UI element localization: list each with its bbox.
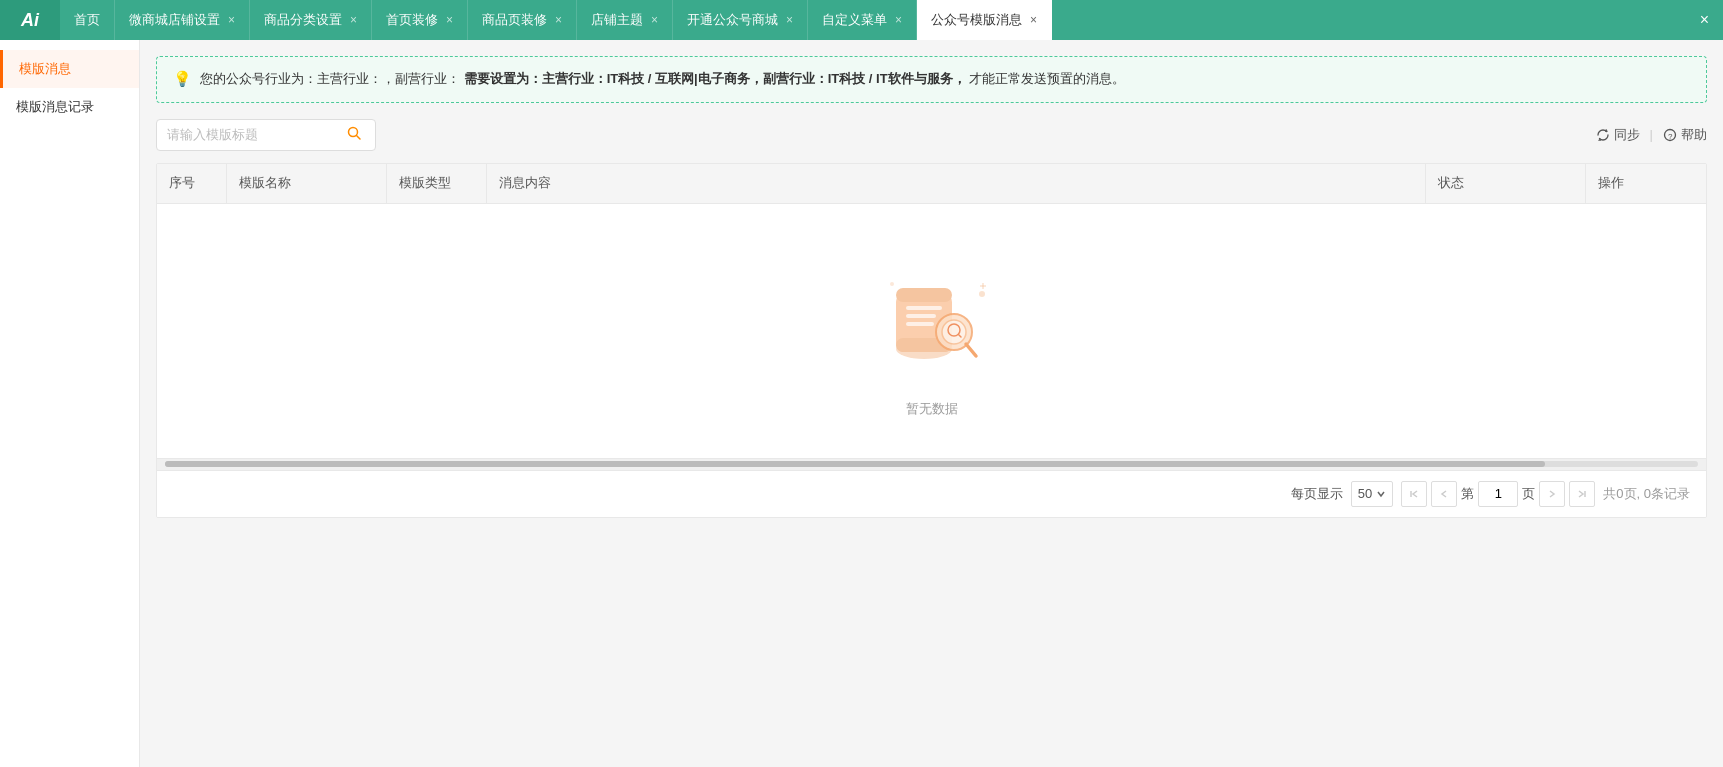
tab-bar-close-all[interactable]: × xyxy=(1686,0,1723,40)
tab-custom-menu-label: 自定义菜单 xyxy=(822,11,887,29)
first-page-button[interactable] xyxy=(1401,481,1427,507)
page-label-before: 第 xyxy=(1461,485,1474,503)
notice-text-prefix: 您的公众号行业为：主营行业：，副营行业： xyxy=(200,71,460,86)
th-index: 序号 xyxy=(157,164,227,203)
sidebar-item-template-record[interactable]: 模版消息记录 xyxy=(0,88,139,126)
search-input[interactable] xyxy=(167,127,347,142)
toolbar-divider: | xyxy=(1650,127,1653,142)
tab-store-theme-label: 店铺主题 xyxy=(591,11,643,29)
th-action: 操作 xyxy=(1586,164,1706,203)
search-icon xyxy=(347,126,361,140)
tab-custom-menu[interactable]: 自定义菜单 × xyxy=(808,0,917,40)
scrollbar-track xyxy=(165,461,1698,467)
tab-home-decor-label: 首页装修 xyxy=(386,11,438,29)
tab-micro-store[interactable]: 微商城店铺设置 × xyxy=(115,0,250,40)
th-content: 消息内容 xyxy=(487,164,1426,203)
svg-point-16 xyxy=(979,291,985,297)
tab-open-mall-close[interactable]: × xyxy=(786,14,793,26)
search-input-wrap xyxy=(156,119,376,151)
chevron-down-icon xyxy=(1376,489,1386,499)
tab-micro-store-close[interactable]: × xyxy=(228,14,235,26)
page-size-value: 50 xyxy=(1358,486,1372,501)
sidebar-item-template-record-label: 模版消息记录 xyxy=(16,99,94,114)
total-info: 共0页, 0条记录 xyxy=(1603,485,1690,503)
empty-illustration xyxy=(872,264,992,384)
content-area: 💡 您的公众号行业为：主营行业：，副营行业： 需要设置为：主营行业：IT科技 /… xyxy=(140,40,1723,767)
svg-rect-9 xyxy=(906,314,936,318)
help-button[interactable]: ? 帮助 xyxy=(1663,126,1707,144)
tab-store-theme-close[interactable]: × xyxy=(651,14,658,26)
search-button[interactable] xyxy=(347,126,361,143)
tab-template-msg[interactable]: 公众号模版消息 × xyxy=(917,0,1052,40)
page-nav: 第 页 xyxy=(1401,481,1595,507)
help-label: 帮助 xyxy=(1681,126,1707,144)
svg-point-17 xyxy=(890,282,894,286)
tab-home-label: 首页 xyxy=(74,11,100,29)
svg-text:?: ? xyxy=(1668,131,1673,140)
notice-icon: 💡 xyxy=(173,70,192,88)
notice-text-suffix: 才能正常发送预置的消息。 xyxy=(969,71,1125,86)
tab-product-category[interactable]: 商品分类设置 × xyxy=(250,0,372,40)
next-page-icon xyxy=(1547,489,1557,499)
tab-product-decor[interactable]: 商品页装修 × xyxy=(468,0,577,40)
tab-home[interactable]: 首页 xyxy=(60,0,115,40)
tab-home-decor[interactable]: 首页装修 × xyxy=(372,0,468,40)
tab-bar: Ai 首页 微商城店铺设置 × 商品分类设置 × 首页装修 × 商品页装修 × … xyxy=(0,0,1723,40)
notice-text: 您的公众号行业为：主营行业：，副营行业： 需要设置为：主营行业：IT科技 / 互… xyxy=(200,69,1125,90)
pagination: 每页显示 50 xyxy=(157,470,1706,517)
svg-line-1 xyxy=(357,136,361,140)
last-page-icon xyxy=(1577,489,1587,499)
empty-text: 暂无数据 xyxy=(906,400,958,418)
tab-product-category-label: 商品分类设置 xyxy=(264,11,342,29)
table-header: 序号 模版名称 模版类型 消息内容 状态 操作 xyxy=(157,164,1706,204)
tab-product-category-close[interactable]: × xyxy=(350,14,357,26)
sidebar-item-template-message-label: 模版消息 xyxy=(19,61,71,76)
tab-product-decor-close[interactable]: × xyxy=(555,14,562,26)
toolbar-right: 同步 | ? 帮助 xyxy=(1596,126,1707,144)
horizontal-scrollbar[interactable] xyxy=(157,458,1706,470)
th-status: 状态 xyxy=(1426,164,1586,203)
notice-banner: 💡 您的公众号行业为：主营行业：，副营行业： 需要设置为：主营行业：IT科技 /… xyxy=(156,56,1707,103)
page-size-select[interactable]: 50 xyxy=(1351,481,1393,507)
tab-open-mall[interactable]: 开通公众号商城 × xyxy=(673,0,808,40)
sidebar: 模版消息 模版消息记录 xyxy=(0,40,140,767)
prev-page-button[interactable] xyxy=(1431,481,1457,507)
sidebar-item-template-message[interactable]: 模版消息 xyxy=(0,50,139,88)
tab-open-mall-label: 开通公众号商城 xyxy=(687,11,778,29)
empty-state: 暂无数据 xyxy=(157,204,1706,458)
prev-page-icon xyxy=(1439,489,1449,499)
next-page-button[interactable] xyxy=(1539,481,1565,507)
help-icon: ? xyxy=(1663,128,1677,142)
tab-store-theme[interactable]: 店铺主题 × xyxy=(577,0,673,40)
search-bar: 同步 | ? 帮助 xyxy=(156,119,1707,151)
page-number-input[interactable] xyxy=(1478,481,1518,507)
tab-home-decor-close[interactable]: × xyxy=(446,14,453,26)
sync-icon xyxy=(1596,128,1610,142)
scrollbar-thumb[interactable] xyxy=(165,461,1545,467)
app-logo: Ai xyxy=(0,0,60,40)
data-table: 序号 模版名称 模版类型 消息内容 状态 操作 xyxy=(156,163,1707,518)
last-page-button[interactable] xyxy=(1569,481,1595,507)
tab-micro-store-label: 微商城店铺设置 xyxy=(129,11,220,29)
main-layout: 模版消息 模版消息记录 💡 您的公众号行业为：主营行业：，副营行业： 需要设置为… xyxy=(0,40,1723,767)
notice-text-highlight: 需要设置为：主营行业：IT科技 / 互联网|电子商务，副营行业：IT科技 / I… xyxy=(464,71,966,86)
tab-template-msg-label: 公众号模版消息 xyxy=(931,11,1022,29)
sync-button[interactable]: 同步 xyxy=(1596,126,1640,144)
tab-product-decor-label: 商品页装修 xyxy=(482,11,547,29)
tab-custom-menu-close[interactable]: × xyxy=(895,14,902,26)
page-size-label: 每页显示 xyxy=(1291,485,1343,503)
tab-template-msg-close[interactable]: × xyxy=(1030,14,1037,26)
th-type: 模版类型 xyxy=(387,164,487,203)
svg-rect-10 xyxy=(906,322,934,326)
svg-rect-6 xyxy=(896,288,952,302)
svg-line-13 xyxy=(966,344,976,356)
page-label-after: 页 xyxy=(1522,485,1535,503)
th-name: 模版名称 xyxy=(227,164,387,203)
sync-label: 同步 xyxy=(1614,126,1640,144)
svg-rect-8 xyxy=(906,306,942,310)
first-page-icon xyxy=(1409,489,1419,499)
